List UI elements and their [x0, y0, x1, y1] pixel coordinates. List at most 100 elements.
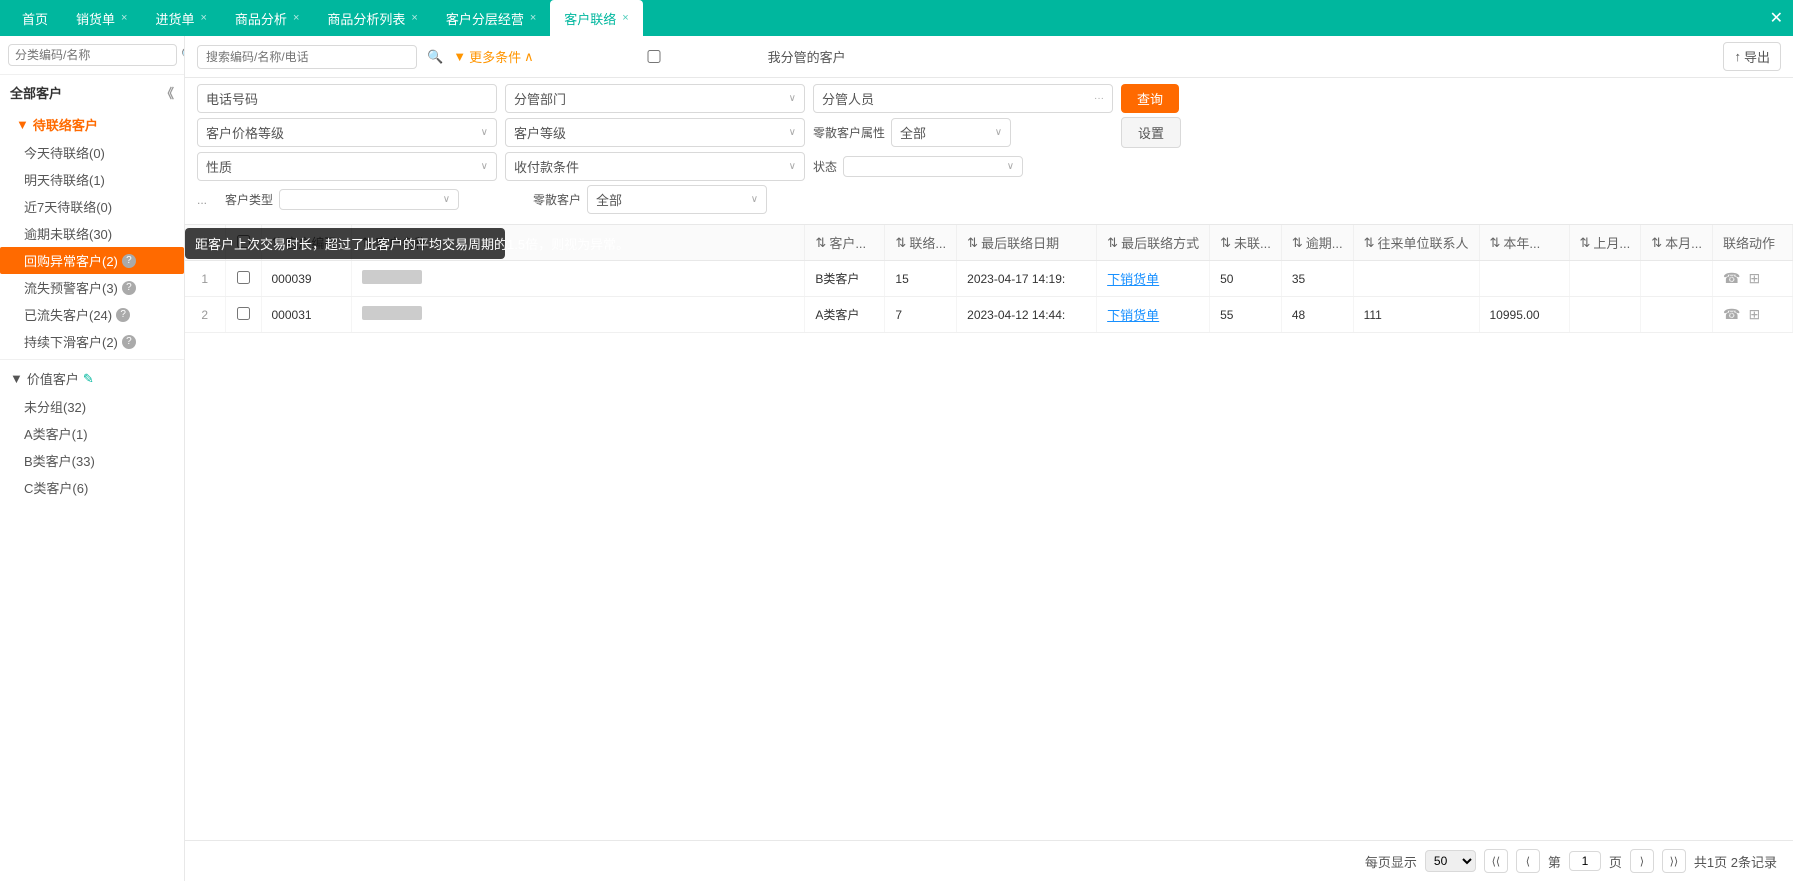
status-field[interactable]: ∨ — [843, 156, 1023, 177]
tab-close-icon[interactable]: × — [293, 12, 299, 24]
col-date-header[interactable]: ⇅ 最后联络日期 — [957, 225, 1097, 261]
col-lastmonth-header[interactable]: ⇅ 上月... — [1569, 225, 1641, 261]
sidebar-item-lost-warning[interactable]: 流失预警客户(3) ? — [0, 274, 184, 301]
retail-customer-field[interactable]: 全部 ∨ — [587, 185, 767, 214]
sidebar-item-ungroup[interactable]: 未分组(32) — [0, 393, 184, 420]
export-button[interactable]: ↑ 导出 — [1723, 42, 1781, 71]
col-level-header[interactable]: ⇅ 客户... — [805, 225, 885, 261]
tab-close-icon[interactable]: × — [121, 12, 127, 24]
gender-field[interactable]: 性质 ∨ — [197, 152, 497, 181]
my-customers-checkbox[interactable] — [544, 50, 764, 63]
value-group-header[interactable]: ▼ 价值客户 ✎ — [0, 364, 184, 393]
phone-action-icon[interactable]: ☎ — [1723, 270, 1740, 287]
contact-method-link[interactable]: 下销货单 — [1107, 308, 1159, 323]
more-action-icon[interactable]: ⊞ — [1748, 270, 1760, 287]
price-level-field[interactable]: 客户价格等级 ∨ — [197, 118, 497, 147]
sidebar-item-overdue-pending[interactable]: 逾期未联络(30) — [0, 220, 184, 247]
col-curmonth-header[interactable]: ⇅ 本月... — [1641, 225, 1713, 261]
next-page-button[interactable]: ⟩ — [1630, 849, 1654, 873]
chevron-down-icon: ∨ — [789, 93, 796, 104]
prev-page-button[interactable]: ⟨ — [1516, 849, 1540, 873]
tab-purchase[interactable]: 进货单 × — [141, 0, 220, 36]
more-options-button[interactable]: ... — [197, 193, 207, 207]
sidebar-item-a-class[interactable]: A类客户(1) — [0, 420, 184, 447]
row-select-checkbox[interactable] — [237, 307, 250, 320]
page-input[interactable] — [1569, 851, 1601, 871]
sidebar-item-today-pending[interactable]: 今天待联络(0) — [0, 139, 184, 166]
sidebar-item-repurchase-abnormal[interactable]: 回购异常客户(2) ? — [0, 247, 184, 274]
row-lastmonth-1 — [1569, 261, 1641, 297]
close-all-tabs-icon[interactable]: ✕ — [1770, 8, 1783, 28]
tooltip: 距客户上次交易时长，超过了此客户的平均交易周期的1.5倍，则视为异常。 — [185, 228, 505, 259]
chevron-down-icon: ∨ — [481, 127, 488, 138]
sidebar-item-lost[interactable]: 已流失客户(24) ? — [0, 301, 184, 328]
col-uncontact-header[interactable]: ⇅ 未联... — [1210, 225, 1282, 261]
sort-icon: ⇅ — [1220, 235, 1231, 251]
content-area: 🔍 ▼ 更多条件 ∧ 我分管的客户 ↑ 导出 电话号码 — [185, 36, 1793, 881]
row-checkbox-2 — [225, 297, 261, 333]
tab-close-icon[interactable]: × — [200, 12, 206, 24]
customer-name-blur — [362, 306, 422, 320]
tab-product-analysis[interactable]: 商品分析 × — [221, 0, 313, 36]
dept-field[interactable]: 分管部门 ∨ — [505, 84, 805, 113]
sidebar-item-declining[interactable]: 持续下滑客户(2) ? — [0, 328, 184, 355]
tab-customer-segment[interactable]: 客户分层经营 × — [432, 0, 550, 36]
first-page-button[interactable]: ⟨⟨ — [1484, 849, 1508, 873]
edit-icon[interactable]: ✎ — [83, 371, 94, 387]
tab-sales-order[interactable]: 销货单 × — [62, 0, 141, 36]
phone-field[interactable]: 电话号码 — [197, 84, 497, 113]
query-button[interactable]: 查询 — [1121, 84, 1179, 113]
tab-customer-contact[interactable]: 客户联络 × — [550, 0, 642, 36]
sort-icon: ⇅ — [1651, 235, 1662, 251]
customer-type-field[interactable]: ∨ — [279, 189, 459, 210]
sidebar-item-c-class[interactable]: C类客户(6) — [0, 474, 184, 501]
retail-attr-field[interactable]: 全部 ∨ — [891, 118, 1011, 147]
filter-icon: ▼ — [453, 49, 466, 64]
customer-level-field[interactable]: 客户等级 ∨ — [505, 118, 805, 147]
payment-field[interactable]: 收付款条件 ∨ — [505, 152, 805, 181]
info-icon: ? — [116, 308, 130, 322]
page-suffix: 页 — [1609, 852, 1622, 871]
sort-icon: ⇅ — [1364, 235, 1375, 251]
chevron-down-icon: ∨ — [995, 127, 1002, 138]
category-search-input[interactable] — [8, 44, 177, 66]
col-method-header[interactable]: ⇅ 最后联络方式 — [1097, 225, 1210, 261]
last-page-button[interactable]: ⟩⟩ — [1662, 849, 1686, 873]
pending-group-header[interactable]: ▼ 待联络客户 — [0, 110, 184, 139]
row-index-2: 2 — [185, 297, 225, 333]
all-customers-header[interactable]: 全部客户 《 — [0, 75, 184, 110]
row-curmonth-2 — [1641, 297, 1713, 333]
collapse-icon: 《 — [161, 83, 174, 102]
search-input[interactable] — [197, 45, 417, 69]
sidebar-item-b-class[interactable]: B类客户(33) — [0, 447, 184, 474]
table-wrapper: ⚙ ⇅ 客户编码 ⇅ — [185, 225, 1793, 840]
col-year-header[interactable]: ⇅ 本年... — [1479, 225, 1569, 261]
col-contact-person-header[interactable]: ⇅ 往来单位联系人 — [1353, 225, 1479, 261]
tab-close-icon[interactable]: × — [411, 12, 417, 24]
tab-close-icon[interactable]: × — [622, 12, 628, 24]
retail-customer-label: 零散客户 — [533, 191, 581, 208]
phone-action-icon[interactable]: ☎ — [1723, 306, 1740, 323]
more-action-icon[interactable]: ⊞ — [1748, 306, 1760, 323]
tab-product-analysis-list[interactable]: 商品分析列表 × — [313, 0, 431, 36]
settings-button[interactable]: 设置 — [1121, 117, 1181, 148]
row-uncontact-2: 55 — [1210, 297, 1282, 333]
filter-row-2: 客户价格等级 ∨ 客户等级 ∨ 零散客户属性 全部 ∨ 设置 — [197, 117, 1781, 148]
manager-field[interactable]: 分管人员 ··· — [813, 84, 1113, 113]
filter-search-icon[interactable]: 🔍 — [427, 49, 443, 65]
more-conditions-button[interactable]: ▼ 更多条件 ∧ — [453, 47, 533, 66]
sidebar-item-tomorrow-pending[interactable]: 明天待联络(1) — [0, 166, 184, 193]
sidebar-item-7days-pending[interactable]: 近7天待联络(0) — [0, 193, 184, 220]
sort-icon: ⇅ — [1107, 235, 1118, 251]
row-select-checkbox[interactable] — [237, 271, 250, 284]
contact-method-link[interactable]: 下销货单 — [1107, 272, 1159, 287]
page-label: 第 — [1548, 852, 1561, 871]
chevron-down-icon: ∨ — [789, 127, 796, 138]
per-page-select[interactable]: 50 100 200 — [1425, 850, 1476, 872]
row-name-1 — [351, 261, 805, 297]
tab-close-icon[interactable]: × — [530, 12, 536, 24]
col-overdue-header[interactable]: ⇅ 逾期... — [1281, 225, 1353, 261]
row-contact-person-2: 111 — [1353, 297, 1479, 333]
tab-home[interactable]: 首页 — [8, 0, 62, 36]
col-contact-header[interactable]: ⇅ 联络... — [885, 225, 957, 261]
